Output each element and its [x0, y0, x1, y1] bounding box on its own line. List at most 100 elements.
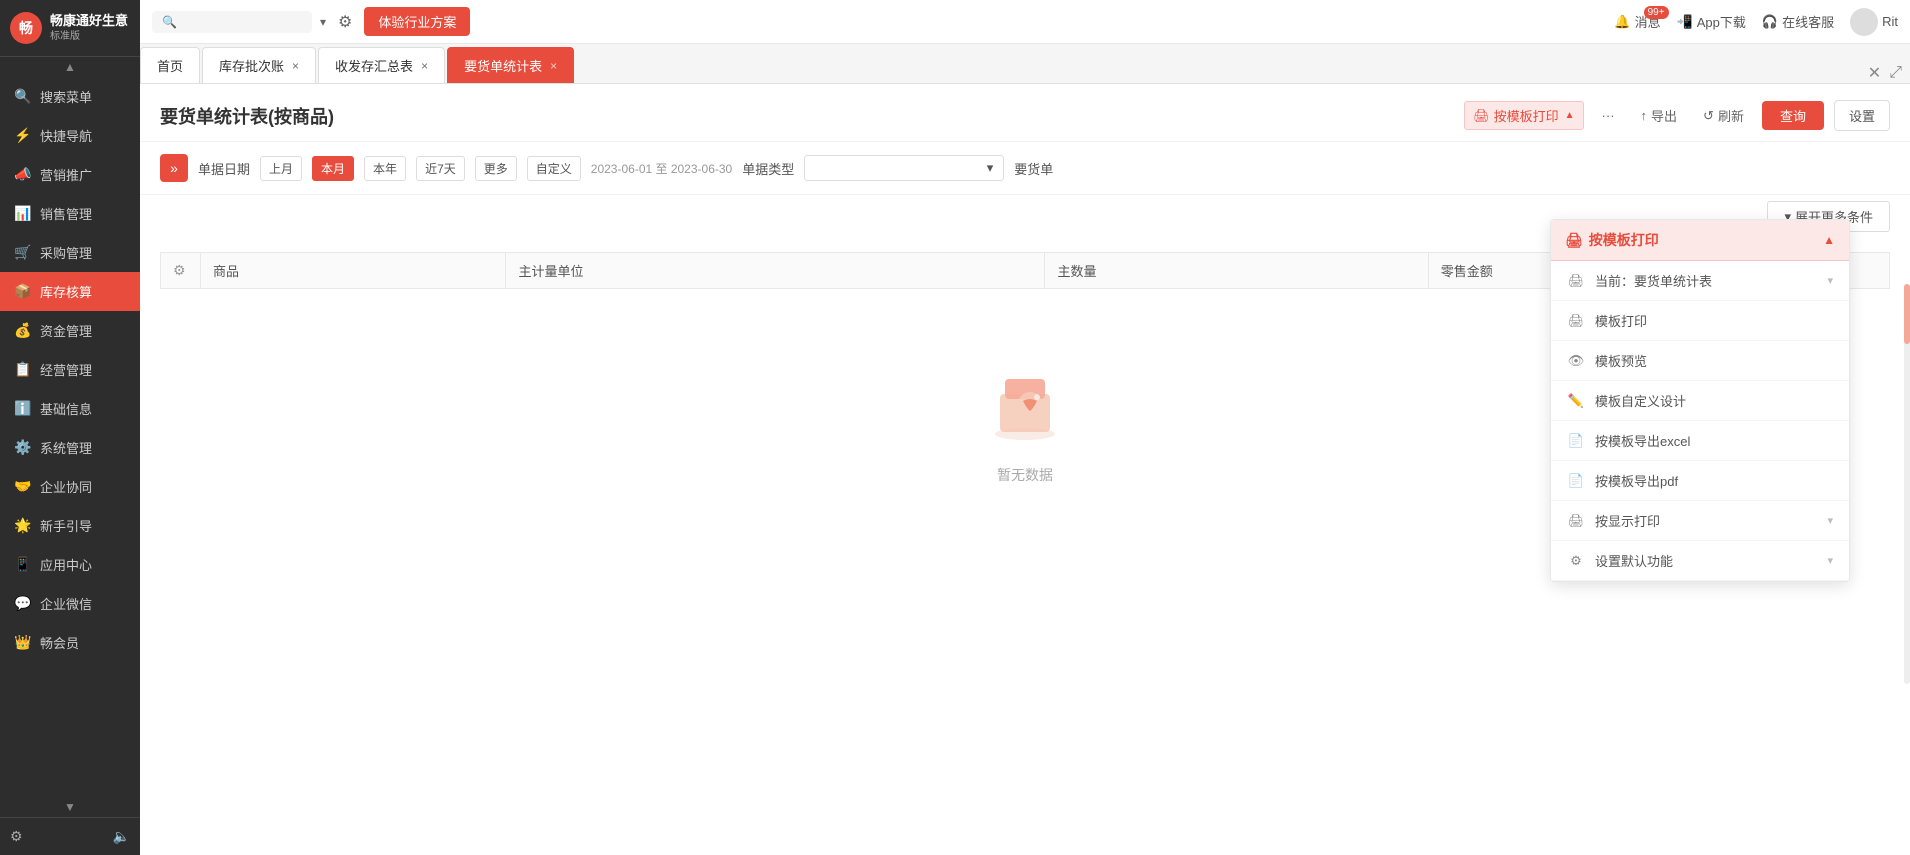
page-content: 要货单统计表(按商品) 🖨 按模板打印 ▲ ··· ↑ 导出 — [140, 84, 1910, 855]
print-template-label: 按模板打印 — [1494, 106, 1559, 125]
main-area: 🔍 ▾ ⚙ 体验行业方案 🔔 消息 99+ 📲 App下载 🎧 在线客服 — [140, 0, 1910, 855]
filter-expand-button[interactable]: » — [160, 154, 188, 182]
date-this-year-button[interactable]: 本年 — [364, 156, 406, 181]
query-button[interactable]: 查询 — [1762, 101, 1824, 130]
sound-icon[interactable]: 🔈 — [113, 828, 130, 845]
settings-button[interactable]: 设置 — [1834, 100, 1890, 131]
messages-item[interactable]: 🔔 消息 99+ — [1614, 12, 1660, 31]
display-print-chevron-icon: ▾ — [1827, 514, 1833, 527]
dropdown-template-export-pdf-item[interactable]: 📄 按模板导出pdf — [1551, 461, 1849, 501]
dropdown-template-print-item[interactable]: 🖨 模板打印 — [1551, 301, 1849, 341]
set-default-chevron-icon: ▾ — [1827, 554, 1833, 567]
date-more-button[interactable]: 更多 — [475, 156, 517, 181]
sidebar-scroll-down[interactable]: ▼ — [0, 797, 140, 817]
dropdown-template-design-item[interactable]: ✏️ 模板自定义设计 — [1551, 381, 1849, 421]
tab-collection-summary-label: 收发存汇总表 — [335, 56, 413, 75]
close-window-icon[interactable]: ✕ — [1868, 63, 1881, 83]
dropdown-set-default-item[interactable]: ⚙ 设置默认功能 ▾ — [1551, 541, 1849, 581]
print-header-icon: 🖨 — [1565, 232, 1583, 249]
date-custom-button[interactable]: 自定义 — [527, 156, 581, 181]
tab-order-summary-label: 要货单统计表 — [464, 56, 542, 75]
maximize-window-icon[interactable]: ⤢ — [1889, 64, 1902, 82]
col-header-quantity: 主数量 — [1045, 253, 1428, 289]
print-template-button[interactable]: 🖨 按模板打印 ▲ — [1464, 101, 1583, 130]
empty-text: 暂无数据 — [997, 465, 1053, 485]
user-name: Rit — [1882, 14, 1898, 29]
sidebar-item-sales[interactable]: 📊 销售管理 — [0, 194, 140, 233]
tab-collection-summary-close[interactable]: × — [421, 59, 428, 73]
sidebar-item-member[interactable]: 👑 畅会员 — [0, 623, 140, 662]
tab-collection-summary[interactable]: 收发存汇总表 × — [318, 47, 445, 83]
sidebar-scroll-up[interactable]: ▲ — [0, 57, 140, 77]
dropdown-collapse-icon[interactable]: ▲ — [1823, 233, 1835, 247]
topbar-gear-icon[interactable]: ⚙ — [334, 8, 356, 36]
app-download-item[interactable]: 📲 App下载 — [1677, 12, 1746, 31]
chart-icon: 📊 — [14, 205, 32, 223]
date-last-month-button[interactable]: 上月 — [260, 156, 302, 181]
topbar: 🔍 ▾ ⚙ 体验行业方案 🔔 消息 99+ 📲 App下载 🎧 在线客服 — [140, 0, 1910, 44]
date-this-month-button[interactable]: 本月 — [312, 156, 354, 181]
export-button[interactable]: ↑ 导出 — [1633, 102, 1686, 129]
dropdown-display-print-item[interactable]: 🖨 按显示打印 ▾ — [1551, 501, 1849, 541]
sidebar-logo: 畅 畅康通好生意 标准版 — [0, 0, 140, 57]
settings-icon[interactable]: ⚙ — [10, 828, 23, 845]
info-icon: ℹ️ — [14, 400, 32, 418]
sidebar-item-operations[interactable]: 📋 经营管理 — [0, 350, 140, 389]
topbar-dropdown[interactable]: ▾ — [320, 15, 326, 29]
tab-home-label: 首页 — [157, 56, 183, 75]
sidebar-bottom: ⚙ 🔈 — [0, 817, 140, 855]
display-print-label: 按显示打印 — [1595, 511, 1660, 530]
ellipsis-button[interactable]: ··· — [1594, 104, 1623, 127]
mobile-icon: 📱 — [14, 556, 32, 574]
dropdown-template-preview-item[interactable]: 👁 模板预览 — [1551, 341, 1849, 381]
sidebar-item-finance[interactable]: 💰 资金管理 — [0, 311, 140, 350]
download-icon: 📲 — [1677, 14, 1693, 30]
sidebar-item-wechat[interactable]: 💬 企业微信 — [0, 584, 140, 623]
sidebar-item-inventory[interactable]: 📦 库存核算 — [0, 272, 140, 311]
user-avatar-item[interactable]: Rit — [1850, 8, 1898, 36]
ellipsis-icon: ··· — [1602, 108, 1615, 123]
search-icon: 🔍 — [162, 15, 177, 29]
refresh-button[interactable]: ↺ 刷新 — [1695, 102, 1752, 129]
sidebar-item-purchase[interactable]: 🛒 采购管理 — [0, 233, 140, 272]
tab-order-summary-close[interactable]: × — [550, 59, 557, 73]
sidebar-item-appcenter[interactable]: 📱 应用中心 — [0, 545, 140, 584]
tab-batch-account[interactable]: 库存批次账 × — [202, 47, 316, 83]
tabs-bar: 首页 库存批次账 × 收发存汇总表 × 要货单统计表 × ✕ ⤢ — [140, 44, 1910, 84]
print-dropdown-panel: 🖨 按模板打印 ▲ 🖨 当前：要货单统计表 ▾ 🖨 — [1550, 219, 1850, 582]
tab-batch-account-close[interactable]: × — [292, 59, 299, 73]
page-header: 要货单统计表(按商品) 🖨 按模板打印 ▲ ··· ↑ 导出 — [140, 84, 1910, 142]
headset-icon: 🎧 — [1762, 14, 1778, 30]
sidebar-item-search[interactable]: 🔍 搜索菜单 — [0, 77, 140, 116]
sidebar-item-quicknav[interactable]: ⚡ 快捷导航 — [0, 116, 140, 155]
current-label: 当前：要货单统计表 — [1595, 271, 1712, 290]
industry-solution-button[interactable]: 体验行业方案 — [364, 7, 470, 36]
dropdown-header: 🖨 按模板打印 ▲ — [1551, 220, 1849, 261]
search-icon: 🔍 — [14, 88, 32, 106]
refresh-label: 刷新 — [1718, 106, 1744, 125]
sidebar-item-basic[interactable]: ℹ️ 基础信息 — [0, 389, 140, 428]
dropdown-current-item[interactable]: 🖨 当前：要货单统计表 ▾ — [1551, 261, 1849, 301]
tab-home[interactable]: 首页 — [140, 47, 200, 83]
online-service-item[interactable]: 🎧 在线客服 — [1762, 12, 1834, 31]
template-preview-icon: 👁 — [1567, 352, 1585, 370]
template-pdf-icon: 📄 — [1567, 472, 1585, 490]
gear-icon: ⚙️ — [14, 439, 32, 457]
crown-icon: 👑 — [14, 634, 32, 652]
chevron-up-icon: ▲ — [1565, 110, 1575, 121]
sidebar-item-marketing[interactable]: 📣 营销推广 — [0, 155, 140, 194]
chevron-down-icon: ▾ — [320, 15, 326, 29]
sidebar-item-system[interactable]: ⚙️ 系统管理 — [0, 428, 140, 467]
sidebar-item-newguide[interactable]: 🌟 新手引导 — [0, 506, 140, 545]
doc-type-select[interactable]: ▾ — [804, 155, 1004, 181]
date-7days-button[interactable]: 近7天 — [416, 156, 465, 181]
set-default-icon: ⚙ — [1567, 552, 1585, 570]
table-config-icon[interactable]: ⚙ — [173, 262, 186, 278]
right-scrollbar[interactable] — [1904, 284, 1910, 684]
tab-order-summary[interactable]: 要货单统计表 × — [447, 47, 574, 83]
topbar-search-box[interactable]: 🔍 — [152, 11, 312, 33]
sidebar-item-collab[interactable]: 🤝 企业协同 — [0, 467, 140, 506]
dropdown-template-export-excel-item[interactable]: 📄 按模板导出excel — [1551, 421, 1849, 461]
lightning-icon: ⚡ — [14, 127, 32, 145]
star-icon: 🌟 — [14, 517, 32, 535]
